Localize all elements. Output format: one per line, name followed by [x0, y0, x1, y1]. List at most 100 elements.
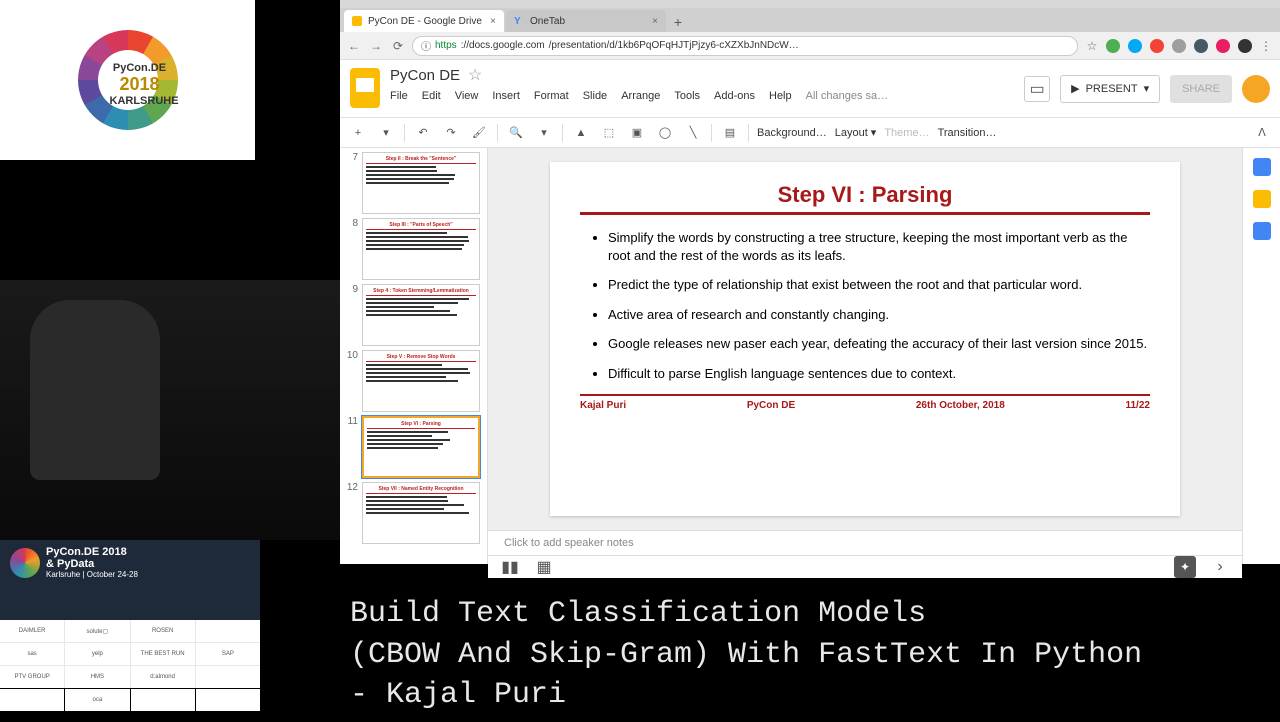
present-button[interactable]: ▶ PRESENT ▾	[1060, 75, 1160, 103]
talk-title-overlay: Build Text Classification Models (CBOW A…	[340, 588, 1280, 722]
menu-item[interactable]: Insert	[492, 90, 520, 102]
new-slide-button[interactable]: +	[348, 123, 368, 143]
canvas-area: Step VI : Parsing Simplify the words by …	[488, 148, 1242, 564]
back-button[interactable]: ←	[346, 38, 362, 54]
document-title[interactable]: PyCon DE	[390, 67, 460, 84]
talk-line3: - Kajal Puri	[350, 675, 1270, 716]
user-avatar[interactable]	[1242, 75, 1270, 103]
theme-button[interactable]: Theme…	[884, 127, 929, 139]
select-tool-button[interactable]: ▲	[571, 123, 591, 143]
slide-thumbnail-row[interactable]: 9 Step 4 : Token Stemming/Lemmatization	[344, 284, 483, 346]
line-button[interactable]: ╲	[683, 123, 703, 143]
tasks-icon[interactable]	[1253, 222, 1271, 240]
menu-item[interactable]: Format	[534, 90, 569, 102]
bookmark-star-icon[interactable]: ☆	[1084, 38, 1100, 54]
menu-item[interactable]: Help	[769, 90, 792, 102]
chevron-down-icon[interactable]: ▾	[534, 123, 554, 143]
sponsor-logo: ROSEN	[131, 620, 195, 642]
sponsor-logo: HMS	[65, 666, 129, 688]
slide-bullet-list: Simplify the words by constructing a tre…	[580, 229, 1150, 382]
browser-tab[interactable]: Y OneTab ×	[506, 10, 666, 32]
slide-filmstrip[interactable]: 7 Step II : Break the "Sentence"8Step III…	[340, 148, 488, 564]
slide-thumbnail[interactable]: Step III : "Parts of Speech"	[362, 218, 480, 280]
zoom-button[interactable]: 🔍	[506, 123, 526, 143]
textbox-button[interactable]: ⬚	[599, 123, 619, 143]
speaker-notes-input[interactable]: Click to add speaker notes	[488, 530, 1242, 555]
chrome-menu-button[interactable]: ⋮	[1258, 38, 1274, 54]
forward-button[interactable]: →	[368, 38, 384, 54]
undo-button[interactable]: ↶	[413, 123, 433, 143]
slide-canvas[interactable]: Step VI : Parsing Simplify the words by …	[550, 162, 1180, 516]
menu-item[interactable]: File	[390, 90, 408, 102]
grid-view-icon[interactable]: ▦	[534, 557, 554, 577]
menu-item[interactable]: Tools	[674, 90, 700, 102]
thumb-number: 11	[344, 416, 358, 427]
filmstrip-view-icon[interactable]: ▮▮	[500, 557, 520, 577]
close-tab-icon[interactable]: ×	[490, 16, 496, 27]
transition-button[interactable]: Transition…	[938, 127, 997, 139]
menu-item[interactable]: Slide	[583, 90, 607, 102]
menu-item[interactable]: Add-ons	[714, 90, 755, 102]
menu-item[interactable]: Arrange	[621, 90, 660, 102]
notes-placeholder: Click to add speaker notes	[504, 537, 634, 549]
extension-icon[interactable]	[1106, 39, 1120, 53]
slide-thumbnail[interactable]: Step 4 : Token Stemming/Lemmatization	[362, 284, 480, 346]
slides-logo-icon[interactable]	[350, 68, 380, 108]
extension-icon[interactable]	[1150, 39, 1164, 53]
thumb-number: 9	[344, 284, 358, 295]
background-button[interactable]: Background…	[757, 127, 827, 139]
chevron-down-icon[interactable]: ▾	[376, 123, 396, 143]
menu-item[interactable]: Edit	[422, 90, 441, 102]
extension-icon[interactable]	[1194, 39, 1208, 53]
slide-thumbnail[interactable]: Step II : Break the "Sentence"	[362, 152, 480, 214]
slide-thumbnail[interactable]: Step VI : Parsing	[362, 416, 480, 478]
slide-thumbnail[interactable]: Step V : Remove Stop Words	[362, 350, 480, 412]
sponsor-grid: DAIMLERsolute▢ROSENsasyelpTHE BEST RUNSA…	[0, 620, 260, 688]
redo-button[interactable]: ↷	[441, 123, 461, 143]
shape-button[interactable]: ◯	[655, 123, 675, 143]
reload-button[interactable]: ⟳	[390, 38, 406, 54]
thumb-number: 12	[344, 482, 358, 493]
extension-icon[interactable]	[1128, 39, 1142, 53]
star-document-icon[interactable]: ☆	[468, 65, 482, 85]
browser-tab-active[interactable]: PyCon DE - Google Drive ×	[344, 10, 504, 32]
explore-button[interactable]: ✦	[1174, 556, 1196, 578]
sponsor-logo: SAP	[196, 643, 260, 665]
menu-item[interactable]: View	[455, 90, 479, 102]
paint-format-button[interactable]: 🖌	[469, 123, 489, 143]
comment-insert-button[interactable]: ▤	[720, 123, 740, 143]
docs-header: PyCon DE ☆ File Edit View Insert Format Slide…	[340, 60, 1280, 118]
present-icon: ▶	[1071, 82, 1079, 95]
extension-icon[interactable]	[1238, 39, 1252, 53]
next-slide-icon[interactable]: ›	[1210, 557, 1230, 577]
sponsor-logo	[131, 689, 195, 711]
sponsor-logo: yelp	[65, 643, 129, 665]
extension-icon[interactable]	[1172, 39, 1186, 53]
lectern-banner: PyCon.DE 2018 & PyData Karlsruhe | Octob…	[0, 540, 260, 620]
slide-thumbnail-row[interactable]: 8Step III : "Parts of Speech"	[344, 218, 483, 280]
url-input[interactable]: ⓘ https://docs.google.com/presentation/d…	[412, 36, 1078, 56]
collapse-toolbar-button[interactable]: ᐱ	[1252, 123, 1272, 143]
calendar-icon[interactable]	[1253, 158, 1271, 176]
logo-city: KARLSRUHE	[110, 95, 179, 107]
thumb-number: 7	[344, 152, 358, 163]
slide-thumbnail-row[interactable]: 11 Step VI : Parsing	[344, 416, 483, 478]
extension-icon[interactable]	[1216, 39, 1230, 53]
image-button[interactable]: ▣	[627, 123, 647, 143]
slide-thumbnail-row[interactable]: 10Step V : Remove Stop Words	[344, 350, 483, 412]
share-button[interactable]: SHARE	[1170, 75, 1232, 103]
sponsor-logo: PTV GROUP	[0, 666, 64, 688]
new-tab-button[interactable]: +	[668, 12, 688, 32]
event-logo: PyCon.DE 2018 KARLSRUHE	[0, 0, 255, 160]
close-tab-icon[interactable]: ×	[652, 16, 658, 27]
url-host: ://docs.google.com	[461, 40, 545, 51]
slide-thumbnail[interactable]: Step VII : Named Entity Recognition	[362, 482, 480, 544]
comments-button[interactable]: ▭	[1024, 76, 1050, 102]
docs-menubar: File Edit View Insert Format Slide Arrange Tool…	[390, 90, 1014, 102]
slide-thumbnail-row[interactable]: 7 Step II : Break the "Sentence"	[344, 152, 483, 214]
keep-icon[interactable]	[1253, 190, 1271, 208]
slide-thumbnail-row[interactable]: 12 Step VII : Named Entity Recognition	[344, 482, 483, 544]
layout-button[interactable]: Layout ▾	[835, 126, 877, 139]
docs-toolbar: + ▾ ↶ ↷ 🖌 🔍 ▾ ▲ ⬚ ▣ ◯ ╲ ▤ Background… La…	[340, 118, 1280, 148]
chevron-down-icon: ▾	[1144, 82, 1150, 95]
